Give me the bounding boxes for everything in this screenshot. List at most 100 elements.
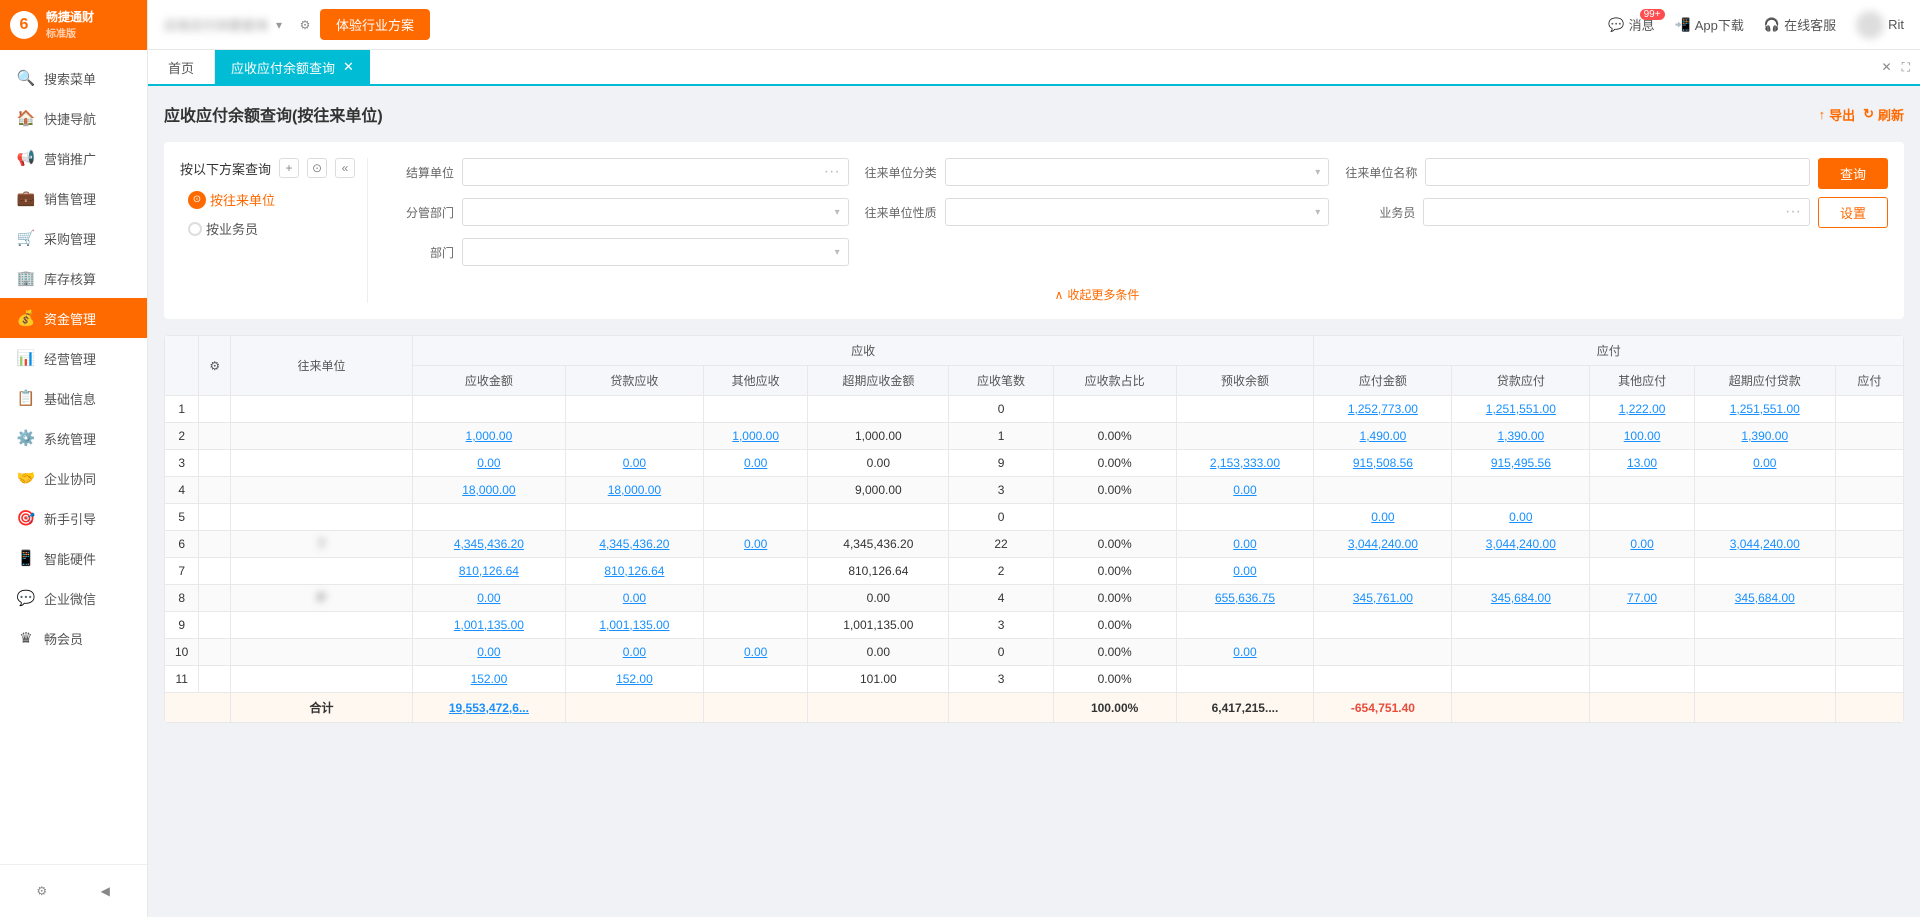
- sidebar-item-basic-info[interactable]: 📋 基础信息: [0, 378, 147, 418]
- sidebar-item-marketing[interactable]: 📢 营销推广: [0, 138, 147, 178]
- td-ar-amount[interactable]: 0.00: [412, 639, 565, 666]
- td-ar-other[interactable]: 0.00: [703, 639, 808, 666]
- td-ar-prepay[interactable]: 0.00: [1176, 531, 1314, 558]
- td-ap-overdue[interactable]: 3,044,240.00: [1694, 531, 1835, 558]
- tab-close-icon[interactable]: ✕: [343, 59, 354, 75]
- td-ar-other[interactable]: 0.00: [703, 531, 808, 558]
- sidebar-item-inventory[interactable]: 🏢 库存核算: [0, 258, 147, 298]
- refresh-btn[interactable]: ↻ 刷新: [1863, 105, 1904, 124]
- td-ap-amount[interactable]: 1,252,773.00: [1314, 396, 1452, 423]
- filter-input-jiesuan[interactable]: ···: [462, 158, 849, 186]
- td-ap-other: [1590, 504, 1695, 531]
- filter-input-salesperson[interactable]: ···: [1423, 198, 1810, 226]
- td-ar-loan[interactable]: 152.00: [565, 666, 703, 693]
- tab-home[interactable]: 首页: [148, 50, 215, 84]
- td-ar-amount[interactable]: 1,001,135.00: [412, 612, 565, 639]
- settings-gear-btn[interactable]: ⚙: [290, 10, 320, 40]
- td-ar-prepay[interactable]: 655,636.75: [1176, 585, 1314, 612]
- sidebar-item-smart-hw[interactable]: 📱 智能硬件: [0, 538, 147, 578]
- td-ap-other[interactable]: 100.00: [1590, 423, 1695, 450]
- td-ap-overdue[interactable]: 1,390.00: [1694, 423, 1835, 450]
- sidebar-item-quick-nav[interactable]: 🏠 快捷导航: [0, 98, 147, 138]
- td-ar-amount[interactable]: 0.00: [412, 450, 565, 477]
- td-ap-overdue[interactable]: 0.00: [1694, 450, 1835, 477]
- td-ar-loan[interactable]: 810,126.64: [565, 558, 703, 585]
- tab-ar-query[interactable]: 应收应付余额查询 ✕: [215, 50, 370, 84]
- sidebar-item-guide[interactable]: 🎯 新手引导: [0, 498, 147, 538]
- app-download-btn[interactable]: 📲 App下载: [1675, 15, 1744, 34]
- collapse-more-btn[interactable]: ∧ 收起更多条件: [1055, 286, 1140, 303]
- filter-input-dept[interactable]: ▾: [462, 198, 849, 226]
- view-tab-by-unit[interactable]: ⊙ 按往来单位: [188, 190, 275, 209]
- sidebar-item-system[interactable]: ⚙️ 系统管理: [0, 418, 147, 458]
- td-ar-amount[interactable]: 4,345,436.20: [412, 531, 565, 558]
- td-ar-other[interactable]: 1,000.00: [703, 423, 808, 450]
- online-service-btn[interactable]: 🎧 在线客服: [1764, 15, 1836, 34]
- th-settings[interactable]: ⚙: [199, 336, 231, 396]
- tabbar-close-all-icon[interactable]: ✕: [1882, 60, 1892, 74]
- td-ap-overdue[interactable]: 345,684.00: [1694, 585, 1835, 612]
- td-ap-loan[interactable]: 915,495.56: [1452, 450, 1590, 477]
- td-ap-other[interactable]: 0.00: [1590, 531, 1695, 558]
- td-ap-amount[interactable]: 915,508.56: [1314, 450, 1452, 477]
- filter-collapse-btn[interactable]: «: [335, 158, 355, 178]
- td-ar-loan[interactable]: 1,001,135.00: [565, 612, 703, 639]
- filter-add-btn[interactable]: +: [279, 158, 299, 178]
- td-ar-loan[interactable]: 4,345,436.20: [565, 531, 703, 558]
- td-ar-loan[interactable]: 0.00: [565, 585, 703, 612]
- td-ap-amount[interactable]: 1,490.00: [1314, 423, 1452, 450]
- td-ar-prepay[interactable]: 0.00: [1176, 639, 1314, 666]
- td-ar-loan[interactable]: 0.00: [565, 639, 703, 666]
- collapse-sidebar-btn[interactable]: ◀︎: [89, 875, 121, 907]
- sidebar-item-search-menu[interactable]: 🔍 搜索菜单: [0, 58, 147, 98]
- td-ar-amount[interactable]: 810,126.64: [412, 558, 565, 585]
- tabbar-expand-icon[interactable]: ⛶: [1902, 60, 1910, 75]
- td-ar-loan[interactable]: 18,000.00: [565, 477, 703, 504]
- message-btn[interactable]: 💬 消息 99+: [1608, 15, 1654, 34]
- sidebar-item-operations[interactable]: 📊 经营管理: [0, 338, 147, 378]
- td-ar-amount[interactable]: 152.00: [412, 666, 565, 693]
- td-ap-other[interactable]: 77.00: [1590, 585, 1695, 612]
- td-ap-loan: [1452, 666, 1590, 693]
- user-area[interactable]: Rit: [1856, 11, 1904, 39]
- td-ap-amount[interactable]: 345,761.00: [1314, 585, 1452, 612]
- td-ar-prepay[interactable]: 2,153,333.00: [1176, 450, 1314, 477]
- sidebar-item-sales[interactable]: 💼 销售管理: [0, 178, 147, 218]
- td-ar-loan[interactable]: 0.00: [565, 450, 703, 477]
- settings-bottom-btn[interactable]: ⚙: [26, 875, 58, 907]
- td-ap-loan[interactable]: 1,390.00: [1452, 423, 1590, 450]
- td-ar-amount[interactable]: 0.00: [412, 585, 565, 612]
- td-ap-loan[interactable]: 0.00: [1452, 504, 1590, 531]
- td-ap-other[interactable]: 13.00: [1590, 450, 1695, 477]
- trial-industry-btn[interactable]: 体验行业方案: [320, 9, 430, 40]
- td-ap-other[interactable]: 1,222.00: [1590, 396, 1695, 423]
- filter-settings-btn[interactable]: ⊙: [307, 158, 327, 178]
- td-ar-prepay: [1176, 612, 1314, 639]
- td-ar-other[interactable]: 0.00: [703, 450, 808, 477]
- td-ap-overdue[interactable]: 1,251,551.00: [1694, 396, 1835, 423]
- filter-input-unit-nature[interactable]: ▾: [945, 198, 1330, 226]
- td-ap-loan[interactable]: 345,684.00: [1452, 585, 1590, 612]
- td-ap-loan[interactable]: 1,251,551.00: [1452, 396, 1590, 423]
- sidebar-item-purchase[interactable]: 🛒 采购管理: [0, 218, 147, 258]
- td-ar-prepay[interactable]: 0.00: [1176, 558, 1314, 585]
- td-ar-amount[interactable]: 18,000.00: [412, 477, 565, 504]
- filter-input-department[interactable]: ▾: [462, 238, 849, 266]
- footer-ar-amount[interactable]: 19,553,472,6...: [412, 693, 565, 723]
- sidebar-item-capital[interactable]: 💰 资金管理: [0, 298, 147, 338]
- td-ap-amount[interactable]: 0.00: [1314, 504, 1452, 531]
- query-btn[interactable]: 查询: [1818, 158, 1888, 189]
- td-no: 5: [165, 504, 199, 531]
- filter-input-laiunit-name[interactable]: [1425, 158, 1810, 186]
- td-ar-prepay[interactable]: 0.00: [1176, 477, 1314, 504]
- sidebar-item-enterprise[interactable]: 🤝 企业协同: [0, 458, 147, 498]
- set-btn[interactable]: 设置: [1818, 197, 1888, 228]
- sidebar-item-wechat[interactable]: 💬 企业微信: [0, 578, 147, 618]
- td-ar-amount[interactable]: 1,000.00: [412, 423, 565, 450]
- view-tab-by-staff[interactable]: 按业务员: [188, 219, 275, 238]
- filter-input-laiunit-type[interactable]: ▾: [945, 158, 1330, 186]
- td-ap-loan[interactable]: 3,044,240.00: [1452, 531, 1590, 558]
- export-btn[interactable]: ↑ 导出: [1819, 105, 1856, 124]
- sidebar-item-member[interactable]: ♛ 畅会员: [0, 618, 147, 658]
- td-ap-amount[interactable]: 3,044,240.00: [1314, 531, 1452, 558]
